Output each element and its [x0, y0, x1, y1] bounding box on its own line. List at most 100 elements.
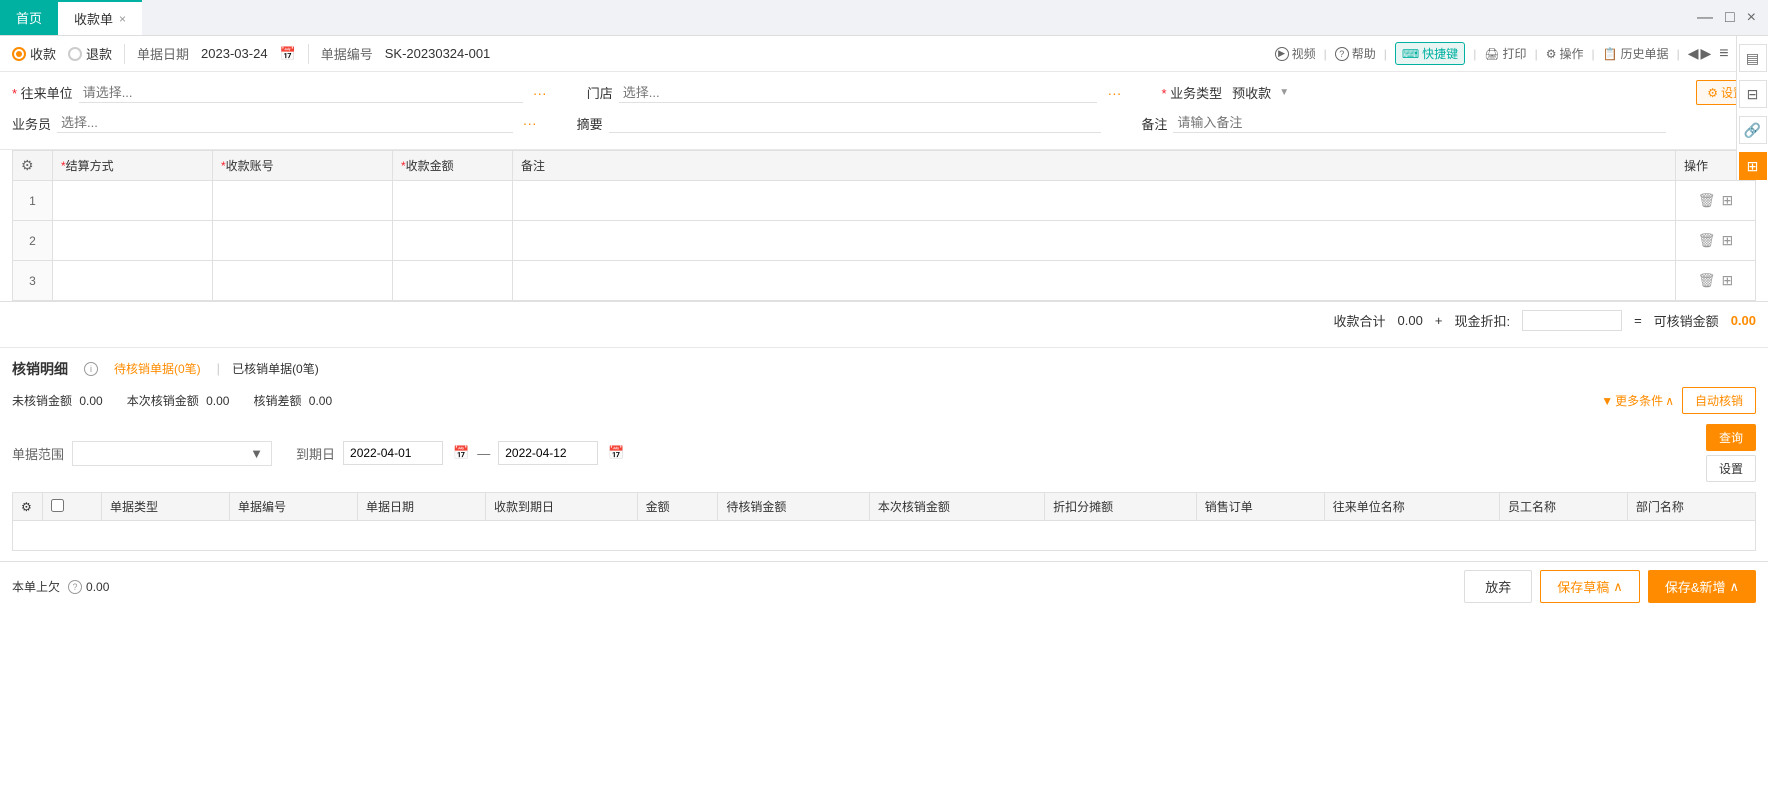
- radio-income[interactable]: 收款: [12, 44, 56, 63]
- col-discount-share: 折扣分摊额: [1045, 493, 1197, 521]
- table-gear-icon[interactable]: ⚙: [21, 157, 34, 173]
- row-3-account[interactable]: [213, 261, 393, 301]
- radio-refund[interactable]: 退款: [68, 44, 112, 63]
- col-dept-name-label: 部门名称: [1636, 500, 1684, 514]
- row-3-copy-icon[interactable]: ⊞: [1722, 272, 1734, 289]
- staff-input[interactable]: [57, 113, 513, 133]
- row-2-delete-icon[interactable]: 🗑: [1698, 232, 1716, 249]
- save-new-btn[interactable]: 保存&新增 ∧: [1648, 570, 1756, 603]
- sidebar-collapse-icon[interactable]: ⊟: [1739, 80, 1767, 108]
- window-minimize-icon[interactable]: —: [1693, 7, 1717, 29]
- sidebar-table-icon[interactable]: ▤: [1739, 44, 1767, 72]
- date-from-input[interactable]: [343, 441, 443, 465]
- more-chevron-icon: ∧: [1665, 394, 1674, 408]
- row-2-account[interactable]: [213, 221, 393, 261]
- help-btn[interactable]: ? 帮助: [1335, 45, 1376, 62]
- col-due-date: 收款到期日: [486, 493, 638, 521]
- help-icon: ?: [1335, 47, 1349, 61]
- table-settings-col[interactable]: ⚙: [13, 151, 53, 181]
- row-1-delete-icon[interactable]: 🗑: [1698, 192, 1716, 209]
- row-3-delete-icon[interactable]: 🗑: [1698, 272, 1716, 289]
- summary-bar: 收款合计 0.00 + 现金折扣: = 可核销金额 0.00: [0, 301, 1768, 339]
- reconcile-info-icon[interactable]: i: [84, 362, 98, 376]
- row-2-seq: 2: [13, 221, 53, 261]
- row-3-action: 🗑 ⊞: [1676, 261, 1756, 301]
- stat-current: 本次核销金额 0.00: [127, 392, 230, 409]
- operations-btn[interactable]: ⚙ 操作: [1546, 45, 1584, 62]
- more-conditions-label: 更多条件: [1615, 392, 1663, 409]
- tab-pending[interactable]: 待核销单据(0笔): [110, 358, 205, 379]
- range-dropdown-icon[interactable]: ▼: [250, 446, 263, 461]
- col-amount-label: 收款金额: [406, 159, 454, 173]
- notes-input[interactable]: [1173, 113, 1666, 133]
- calendar-to-icon[interactable]: 📅: [608, 445, 624, 461]
- row-3-settle[interactable]: [53, 261, 213, 301]
- summary-input[interactable]: [609, 113, 1102, 133]
- store-input[interactable]: [619, 83, 1098, 103]
- staff-more-icon[interactable]: ···: [523, 115, 537, 131]
- partner-input[interactable]: [79, 83, 523, 103]
- shortcut-btn[interactable]: ⌨ 快捷键: [1395, 42, 1465, 65]
- select-all-checkbox[interactable]: [51, 499, 64, 512]
- sidebar-expand-icon[interactable]: ⊞: [1739, 152, 1767, 180]
- range-input[interactable]: [81, 446, 250, 460]
- range-label: 单据范围: [12, 444, 64, 463]
- video-label: 视频: [1292, 45, 1316, 62]
- form-section: 往来单位 ··· 门店 ··· 业务类型 预收款 ▼ ⚙ 设置: [0, 72, 1768, 150]
- col-doc-no: 单据编号: [230, 493, 358, 521]
- row-3-remark[interactable]: [513, 261, 1676, 301]
- settings-gear-icon: ⚙: [1707, 86, 1718, 100]
- nav-next-icon[interactable]: ▶: [1700, 45, 1711, 62]
- row-2-remark[interactable]: [513, 221, 1676, 261]
- date-to-input[interactable]: [498, 441, 598, 465]
- right-sidebar: ▤ ⊟ 🔗 ⊞: [1736, 36, 1768, 180]
- layout-list-icon[interactable]: ≡: [1719, 45, 1728, 63]
- col-pending-cancel-label: 待核销金额: [726, 500, 786, 514]
- query-btn[interactable]: 查询: [1706, 424, 1756, 451]
- tab-close-icon[interactable]: ×: [119, 12, 126, 26]
- date-value[interactable]: 2023-03-24: [201, 46, 268, 61]
- tab-done[interactable]: 已核销单据(0笔): [232, 360, 319, 377]
- row-1-amount[interactable]: [393, 181, 513, 221]
- row-1-account[interactable]: [213, 181, 393, 221]
- footer-info-icon[interactable]: ?: [68, 580, 82, 594]
- table-row: 2 🗑 ⊞: [13, 221, 1756, 261]
- row-2-amount[interactable]: [393, 221, 513, 261]
- discount-input[interactable]: [1522, 310, 1622, 331]
- sidebar-link-icon[interactable]: 🔗: [1739, 116, 1767, 144]
- row-2-action: 🗑 ⊞: [1676, 221, 1756, 261]
- footer-btns: 放弃 保存草稿 ∧ 保存&新增 ∧: [1464, 570, 1756, 603]
- row-2-copy-icon[interactable]: ⊞: [1722, 232, 1734, 249]
- history-btn[interactable]: 📋 历史单据: [1603, 45, 1669, 62]
- footer-info: 本单上欠 ? 0.00: [12, 578, 109, 595]
- col-settle: *结算方式: [53, 151, 213, 181]
- tab-active[interactable]: 收款单 ×: [58, 0, 142, 35]
- row-2-settle[interactable]: [53, 221, 213, 261]
- draft-btn[interactable]: 保存草稿 ∧: [1540, 570, 1640, 603]
- row-3-amount[interactable]: [393, 261, 513, 301]
- tab-home[interactable]: 首页: [0, 0, 58, 35]
- print-btn[interactable]: 🖨 打印: [1484, 45, 1526, 62]
- total-value: 0.00: [1398, 313, 1423, 328]
- window-maximize-icon[interactable]: □: [1721, 7, 1739, 29]
- more-conditions-btn[interactable]: ▼ 更多条件 ∧: [1601, 392, 1674, 409]
- col-dept-name: 部门名称: [1627, 493, 1755, 521]
- partner-more-icon[interactable]: ···: [533, 85, 547, 101]
- row-1-copy-icon[interactable]: ⊞: [1722, 192, 1734, 209]
- video-btn[interactable]: ▶ 视频: [1275, 45, 1316, 62]
- discard-btn[interactable]: 放弃: [1464, 570, 1532, 603]
- row-1-settle[interactable]: [53, 181, 213, 221]
- filter-settings-btn[interactable]: 设置: [1706, 455, 1756, 482]
- radio-refund-label: 退款: [86, 44, 112, 63]
- col-doc-no-label: 单据编号: [238, 500, 286, 514]
- equals-sign: =: [1634, 313, 1642, 328]
- window-close-icon[interactable]: ×: [1743, 7, 1760, 29]
- row-1-remark[interactable]: [513, 181, 1676, 221]
- auto-reconcile-btn[interactable]: 自动核销: [1682, 387, 1756, 414]
- stat-uncancelled: 未核销金额 0.00: [12, 392, 103, 409]
- calendar-from-icon[interactable]: 📅: [453, 445, 469, 461]
- calendar-icon[interactable]: 📅: [280, 46, 296, 62]
- store-more-icon[interactable]: ···: [1107, 85, 1121, 101]
- nav-prev-icon[interactable]: ◀: [1688, 45, 1699, 62]
- table-gear-icon-bottom[interactable]: ⚙: [21, 500, 32, 514]
